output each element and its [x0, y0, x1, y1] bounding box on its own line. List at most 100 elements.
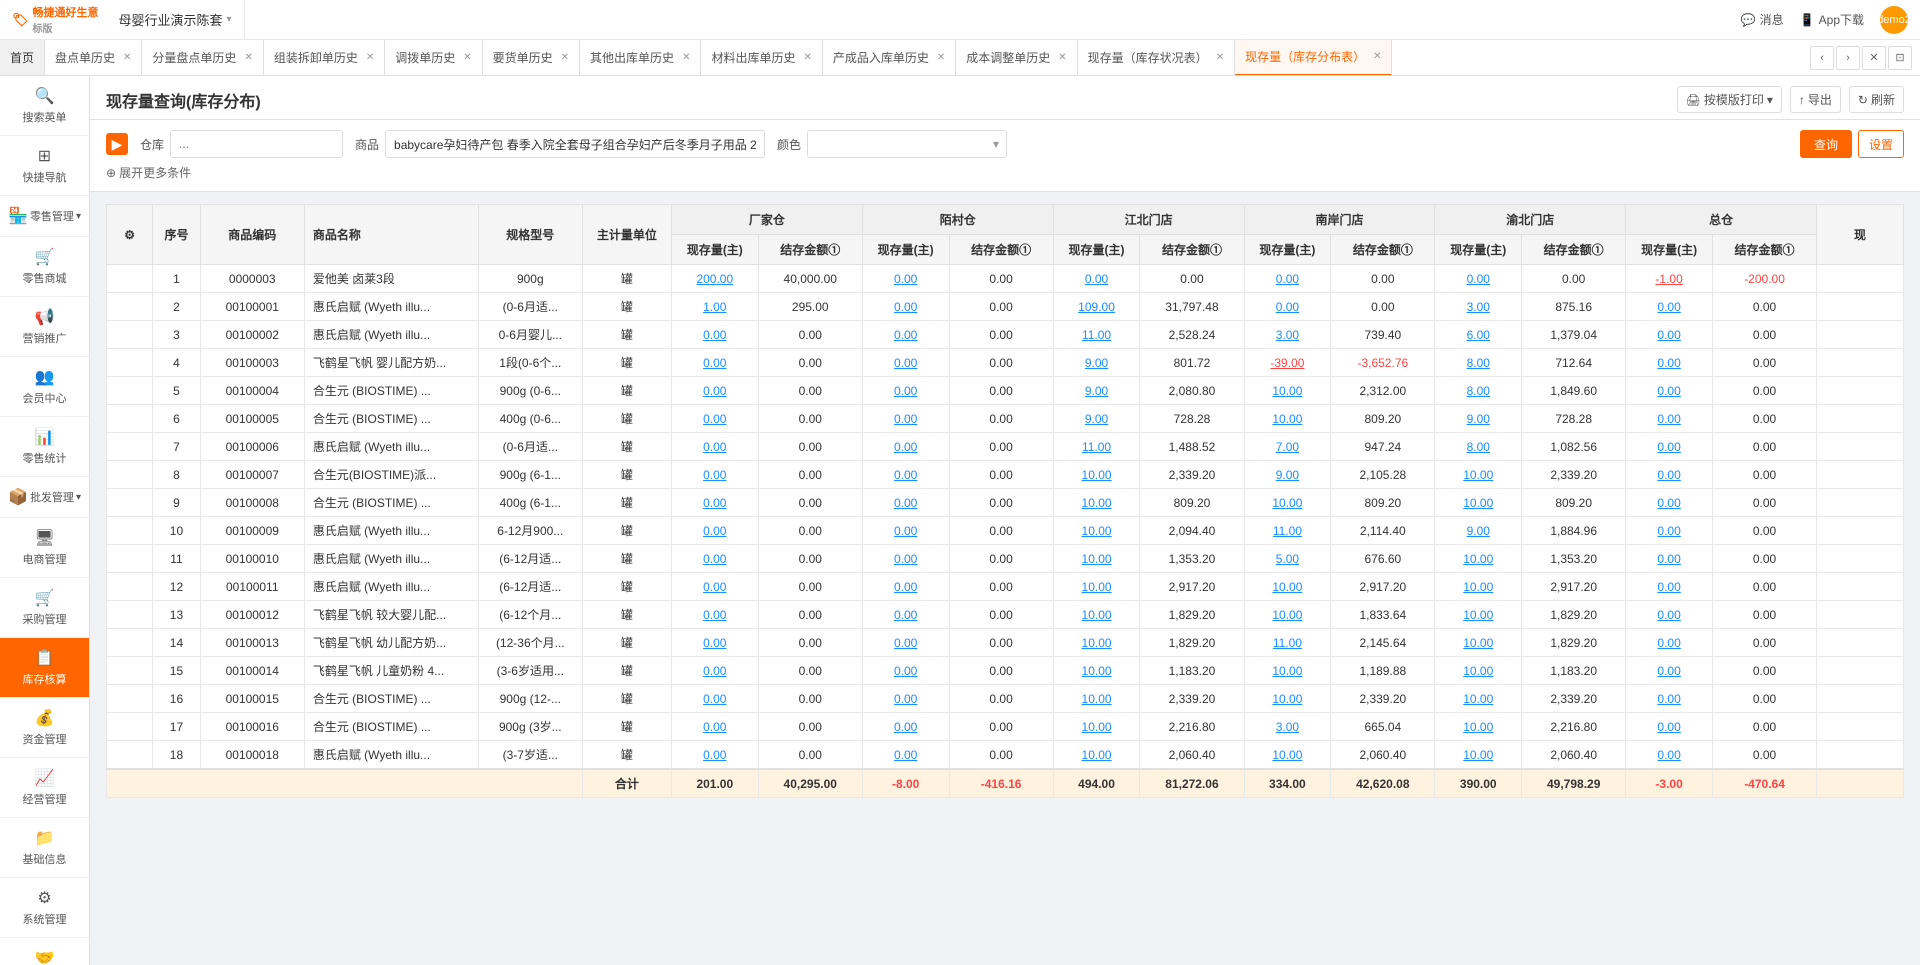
qty-link[interactable]: 0.00 [894, 524, 917, 538]
qty-link[interactable]: 0.00 [703, 608, 726, 622]
qty-link[interactable]: 10.00 [1082, 636, 1112, 650]
qty-link[interactable]: 0.00 [894, 272, 917, 286]
close-icon[interactable]: ✕ [463, 52, 471, 63]
qty-link[interactable]: 11.00 [1273, 636, 1302, 650]
qty-link[interactable]: 10.00 [1082, 524, 1112, 538]
qty-link[interactable]: 0.00 [703, 440, 726, 454]
qty-link[interactable]: 11.00 [1273, 524, 1302, 538]
qty-link[interactable]: 0.00 [894, 384, 917, 398]
qty-link[interactable]: 0.00 [1085, 272, 1108, 286]
qty-link[interactable]: 10.00 [1272, 748, 1302, 762]
qty-link[interactable]: 8.00 [1467, 384, 1490, 398]
tab-stock-dist[interactable]: 现存量（库存分布表） ✕ [1235, 40, 1392, 76]
qty-link[interactable]: 0.00 [894, 608, 917, 622]
qty-link[interactable]: 0.00 [894, 580, 917, 594]
qty-link[interactable]: 0.00 [894, 748, 917, 762]
qty-link[interactable]: 0.00 [1657, 552, 1680, 566]
sidebar-item-ecommerce[interactable]: 🖥 电商管理 [0, 518, 89, 578]
tab-purchase-order[interactable]: 要货单历史 ✕ [483, 40, 580, 76]
qty-link[interactable]: 5.00 [1276, 552, 1299, 566]
qty-link[interactable]: 109.00 [1078, 300, 1115, 314]
qty-link[interactable]: 6.00 [1467, 328, 1490, 342]
tab-prev-btn[interactable]: ‹ [1810, 46, 1834, 70]
qty-link[interactable]: 10.00 [1082, 608, 1112, 622]
qty-link[interactable]: 0.00 [703, 748, 726, 762]
qty-link[interactable]: -1.00 [1655, 272, 1682, 286]
qty-link[interactable]: 0.00 [703, 468, 726, 482]
tab-home[interactable]: 首页 [0, 40, 45, 76]
app-download-btn[interactable]: 📱 App下载 [1800, 11, 1864, 28]
qty-link[interactable]: 0.00 [1657, 636, 1680, 650]
qty-link[interactable]: 0.00 [894, 356, 917, 370]
qty-link[interactable]: 10.00 [1082, 720, 1112, 734]
qty-link[interactable]: 1.00 [703, 300, 726, 314]
close-icon[interactable]: ✕ [1373, 51, 1381, 62]
qty-link[interactable]: 10.00 [1272, 580, 1302, 594]
export-btn[interactable]: ↑ 导出 [1790, 86, 1841, 113]
tab-expand-btn[interactable]: ⊡ [1888, 46, 1912, 70]
sidebar-item-enterprise[interactable]: 🤝 企业协同 [0, 938, 89, 965]
qty-link[interactable]: 10.00 [1082, 664, 1112, 678]
qty-link[interactable]: 9.00 [1276, 468, 1299, 482]
qty-link[interactable]: 10.00 [1082, 468, 1112, 482]
sidebar-item-search[interactable]: 🔍 搜索英单 [0, 76, 89, 136]
qty-link[interactable]: 0.00 [1657, 580, 1680, 594]
qty-link[interactable]: -39.00 [1270, 356, 1304, 370]
sidebar-item-ops[interactable]: 📈 经营管理 [0, 758, 89, 818]
sidebar-item-inventory[interactable]: 📋 库存核算 [0, 638, 89, 698]
qty-link[interactable]: 0.00 [894, 496, 917, 510]
qty-link[interactable]: 0.00 [1276, 300, 1299, 314]
qty-link[interactable]: 10.00 [1272, 496, 1302, 510]
sidebar-item-purchase[interactable]: 🛒 采购管理 [0, 578, 89, 638]
qty-link[interactable]: 10.00 [1463, 636, 1493, 650]
tab-next-btn[interactable]: › [1836, 46, 1860, 70]
qty-link[interactable]: 0.00 [894, 328, 917, 342]
sidebar-item-retail-stats[interactable]: 📊 零售统计 [0, 417, 89, 477]
qty-link[interactable]: 9.00 [1085, 384, 1108, 398]
qty-link[interactable]: 0.00 [703, 580, 726, 594]
qty-link[interactable]: 10.00 [1463, 468, 1493, 482]
qty-link[interactable]: 10.00 [1463, 720, 1493, 734]
qty-link[interactable]: 0.00 [1657, 524, 1680, 538]
close-icon[interactable]: ✕ [803, 52, 811, 63]
qty-link[interactable]: 0.00 [1657, 356, 1680, 370]
qty-link[interactable]: 10.00 [1463, 748, 1493, 762]
qty-link[interactable]: 10.00 [1463, 580, 1493, 594]
tab-cost-adjust[interactable]: 成本调整单历史 ✕ [956, 40, 1077, 76]
qty-link[interactable]: 8.00 [1467, 440, 1490, 454]
th-settings[interactable]: ⚙ [107, 205, 153, 265]
qty-link[interactable]: 0.00 [894, 440, 917, 454]
qty-link[interactable]: 0.00 [1657, 300, 1680, 314]
qty-link[interactable]: 10.00 [1272, 412, 1302, 426]
sidebar-item-nav[interactable]: ⊞ 快捷导航 [0, 136, 89, 196]
qty-link[interactable]: 0.00 [703, 664, 726, 678]
sidebar-item-member[interactable]: 👥 会员中心 [0, 357, 89, 417]
qty-link[interactable]: 10.00 [1272, 664, 1302, 678]
qty-link[interactable]: 0.00 [894, 664, 917, 678]
sidebar-item-marketing[interactable]: 📢 营销推广 [0, 297, 89, 357]
qty-link[interactable]: 8.00 [1467, 356, 1490, 370]
qty-link[interactable]: 7.00 [1276, 440, 1299, 454]
sidebar-item-finance[interactable]: 💰 资金管理 [0, 698, 89, 758]
qty-link[interactable]: 0.00 [703, 552, 726, 566]
qty-link[interactable]: 0.00 [703, 524, 726, 538]
qty-link[interactable]: 10.00 [1463, 664, 1493, 678]
qty-link[interactable]: 0.00 [894, 552, 917, 566]
qty-link[interactable]: 0.00 [703, 412, 726, 426]
color-input[interactable] [807, 130, 1007, 158]
qty-link[interactable]: 0.00 [1657, 664, 1680, 678]
settings-btn[interactable]: 设置 [1858, 130, 1904, 158]
qty-link[interactable]: 10.00 [1463, 692, 1493, 706]
warehouse-input[interactable] [170, 130, 343, 158]
qty-link[interactable]: 200.00 [696, 272, 733, 286]
qty-link[interactable]: 0.00 [703, 636, 726, 650]
sidebar-item-system[interactable]: ⚙ 系统管理 [0, 878, 89, 938]
product-input[interactable] [385, 130, 765, 158]
qty-link[interactable]: 0.00 [894, 692, 917, 706]
qty-link[interactable]: 0.00 [703, 496, 726, 510]
search-btn[interactable]: 查询 [1800, 130, 1852, 158]
print-btn[interactable]: 🖨 按模版打印 ▾ [1677, 86, 1782, 113]
qty-link[interactable]: 10.00 [1463, 496, 1493, 510]
avatar[interactable]: demo2 [1880, 6, 1908, 34]
tab-material-out[interactable]: 材料出库单历史 ✕ [701, 40, 822, 76]
